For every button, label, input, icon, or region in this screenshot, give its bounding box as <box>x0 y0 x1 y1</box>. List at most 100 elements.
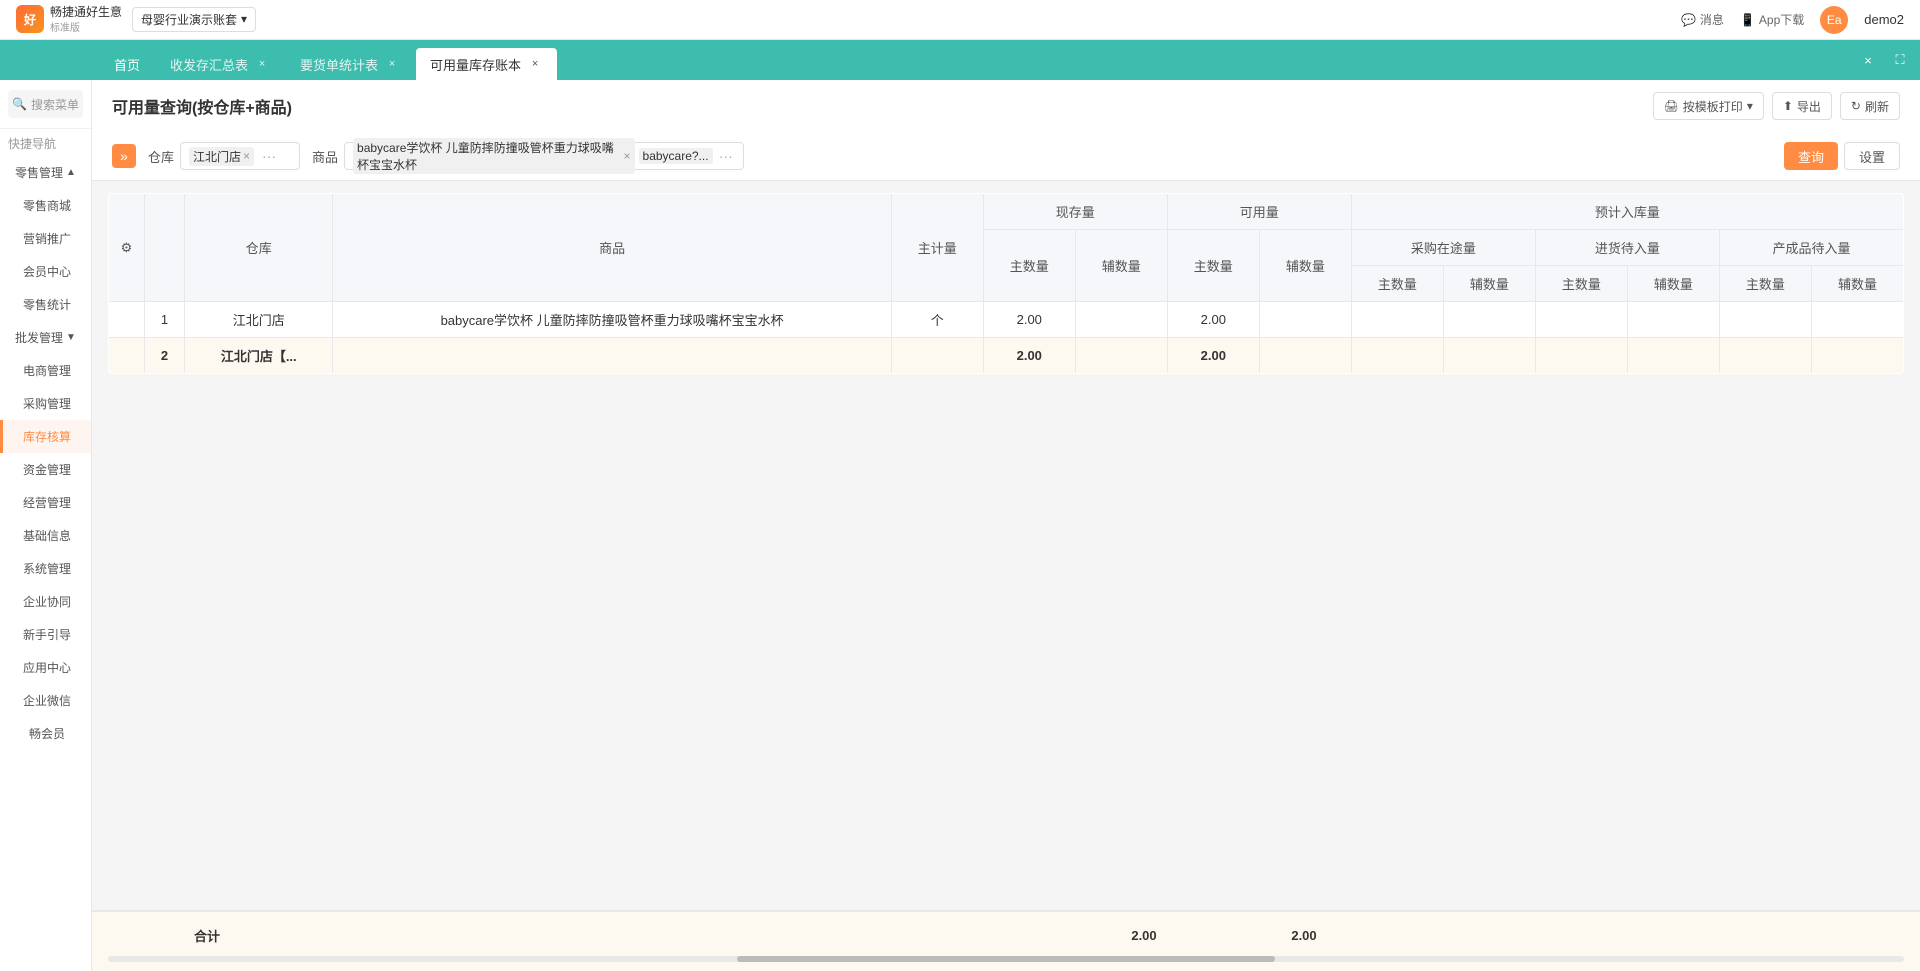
col-product-header: 商品 <box>333 194 891 302</box>
row2-production-main <box>1719 338 1811 374</box>
tab-close-all-button[interactable]: × <box>1856 48 1880 72</box>
row1-production-main <box>1719 302 1811 338</box>
inventory-check-label: 库存核算 <box>23 430 71 444</box>
product-tag1-close-icon[interactable]: × <box>624 149 631 163</box>
tab-available-stock[interactable]: 可用量库存账本 × <box>416 48 557 80</box>
export-icon: ⬆ <box>1783 99 1793 113</box>
footer-no-cell <box>144 920 184 951</box>
footer-purchase-aux <box>1504 920 1584 951</box>
tab-order-stats-close[interactable]: × <box>384 56 400 72</box>
row2-inbound-aux <box>1627 338 1719 374</box>
row2-current-aux <box>1075 338 1167 374</box>
top-bar-left: 好 畅捷通好生意 标准版 母婴行业演示账套 <box>16 5 256 34</box>
col-current-aux-header: 辅数量 <box>1075 230 1167 302</box>
sidebar-item-marketing[interactable]: 营销推广 <box>0 222 91 255</box>
sidebar-item-new-guide[interactable]: 新手引导 <box>0 618 91 651</box>
message-icon: 💬 <box>1681 13 1696 27</box>
footer-inbound-main <box>1584 920 1664 951</box>
tab-home[interactable]: 首页 <box>100 48 154 80</box>
table-row-subtotal: 2 江北门店【... 2.00 2.00 <box>109 338 1904 374</box>
template-print-button[interactable]: 🖨 按模板打印 <box>1653 92 1764 120</box>
warehouse-tag-value: 江北门店 <box>193 148 241 165</box>
row1-purchase-main <box>1351 302 1443 338</box>
product-filter-label: 商品 <box>312 147 338 166</box>
top-bar: 好 畅捷通好生意 标准版 母婴行业演示账套 💬 消息 📱 App下载 Ea de… <box>0 0 1920 40</box>
product-tag1-value: babycare学饮杯 儿童防摔防撞吸管杯重力球吸嘴杯宝宝水杯 <box>357 139 621 173</box>
footer-production-main <box>1744 920 1824 951</box>
sidebar-item-retail-mall[interactable]: 零售商城 <box>0 189 91 222</box>
data-table: ⚙ 仓库 商品 主计量 现存量 <box>108 193 1904 374</box>
search-label: 搜索菜单 <box>31 96 79 113</box>
col-purchase-transit-header: 采购在途量 <box>1351 230 1535 266</box>
row1-production-aux <box>1811 302 1903 338</box>
col-current-stock-header: 现存量 <box>983 194 1167 230</box>
sidebar-item-app-center[interactable]: 应用中心 <box>0 651 91 684</box>
tab-home-label: 首页 <box>114 55 140 74</box>
col-available-aux-header: 辅数量 <box>1259 230 1351 302</box>
logo-text: 畅捷通好生意 <box>50 5 122 19</box>
sidebar-item-purchase-mgmt[interactable]: 采购管理 <box>0 387 91 420</box>
row2-purchase-aux <box>1443 338 1535 374</box>
col-inbound-aux-header: 辅数量 <box>1627 266 1719 302</box>
sidebar-item-inventory-check[interactable]: 库存核算 <box>0 420 91 453</box>
retail-mgmt-label: 零售管理 <box>15 164 63 181</box>
col-inbound-main-header: 主数量 <box>1535 266 1627 302</box>
tab-receive-summary-close[interactable]: × <box>254 56 270 72</box>
sidebar-item-capital-mgmt[interactable]: 资金管理 <box>0 453 91 486</box>
row1-product: babycare学饮杯 儿童防摔防撞吸管杯重力球吸嘴杯宝宝水杯 <box>333 302 891 338</box>
footer-purchase-main <box>1424 920 1504 951</box>
row2-current-main: 2.00 <box>983 338 1075 374</box>
sidebar-item-enterprise-collab[interactable]: 企业协同 <box>0 585 91 618</box>
product-more-icon[interactable]: ··· <box>717 145 735 167</box>
sidebar-item-operation-mgmt[interactable]: 经营管理 <box>0 486 91 519</box>
tab-order-stats-label: 要货单统计表 <box>300 55 378 74</box>
sidebar-item-enterprise-wechat[interactable]: 企业微信 <box>0 684 91 717</box>
user-name[interactable]: demo2 <box>1864 12 1904 27</box>
query-button[interactable]: 查询 <box>1784 142 1838 170</box>
col-purchase-main-header: 主数量 <box>1351 266 1443 302</box>
sidebar-item-system-mgmt[interactable]: 系统管理 <box>0 552 91 585</box>
filter-expand-button[interactable]: » <box>112 144 136 168</box>
product-filter-input[interactable]: babycare学饮杯 儿童防摔防撞吸管杯重力球吸嘴杯宝宝水杯 × babyca… <box>344 142 744 170</box>
refresh-label: 刷新 <box>1865 98 1889 115</box>
logo-icon: 好 <box>16 5 44 33</box>
warehouse-filter-input[interactable]: 江北门店 × ··· <box>180 142 300 170</box>
sidebar-item-basic-info[interactable]: 基础信息 <box>0 519 91 552</box>
message-button[interactable]: 💬 消息 <box>1681 11 1724 28</box>
setting-button[interactable]: 设置 <box>1844 142 1900 170</box>
retail-stats-label: 零售统计 <box>23 298 71 312</box>
row2-purchase-main <box>1351 338 1443 374</box>
tab-receive-summary[interactable]: 收发存汇总表 × <box>156 48 284 80</box>
tab-maximize-button[interactable]: ⛶ <box>1888 48 1912 72</box>
operation-mgmt-label: 经营管理 <box>23 496 71 510</box>
tab-available-stock-label: 可用量库存账本 <box>430 55 521 74</box>
horizontal-scrollbar[interactable] <box>108 955 1904 963</box>
sidebar-item-member-center[interactable]: 会员中心 <box>0 255 91 288</box>
row2-production-aux <box>1811 338 1903 374</box>
scrollbar-thumb[interactable] <box>737 956 1276 962</box>
sidebar-item-vip-member[interactable]: 畅会员 <box>0 717 91 750</box>
sidebar-item-ecommerce-mgmt[interactable]: 电商管理 <box>0 354 91 387</box>
row1-gear <box>109 302 145 338</box>
warehouse-more-icon[interactable]: ··· <box>258 145 280 167</box>
footer-bar: 合计 2.00 2.00 <box>92 910 1920 971</box>
industry-selector[interactable]: 母婴行业演示账套 <box>132 7 256 32</box>
row1-no: 1 <box>145 302 185 338</box>
warehouse-tag-close-icon[interactable]: × <box>243 149 250 163</box>
tab-available-stock-close[interactable]: × <box>527 56 543 72</box>
export-button[interactable]: ⬆ 导出 <box>1772 92 1832 120</box>
sidebar-item-retail-stats[interactable]: 零售统计 <box>0 288 91 321</box>
gear-icon[interactable]: ⚙ <box>121 240 133 255</box>
avatar[interactable]: Ea <box>1820 6 1848 34</box>
tab-order-stats[interactable]: 要货单统计表 × <box>286 48 414 80</box>
print-chevron-icon <box>1747 99 1753 113</box>
sidebar-item-retail-mgmt[interactable]: 零售管理 ▲ <box>0 156 91 189</box>
app-download-button[interactable]: 📱 App下载 <box>1740 11 1804 28</box>
sidebar-search-button[interactable]: 🔍 搜索菜单 <box>8 90 83 118</box>
row2-gear <box>109 338 145 374</box>
col-production-pending-header: 产成品待入量 <box>1719 230 1903 266</box>
col-gear-header[interactable]: ⚙ <box>109 194 145 302</box>
page-actions: 🖨 按模板打印 ⬆ 导出 ↻ 刷新 <box>1653 92 1900 120</box>
refresh-button[interactable]: ↻ 刷新 <box>1840 92 1900 120</box>
sidebar-item-wholesale-mgmt[interactable]: 批发管理 ▼ <box>0 321 91 354</box>
